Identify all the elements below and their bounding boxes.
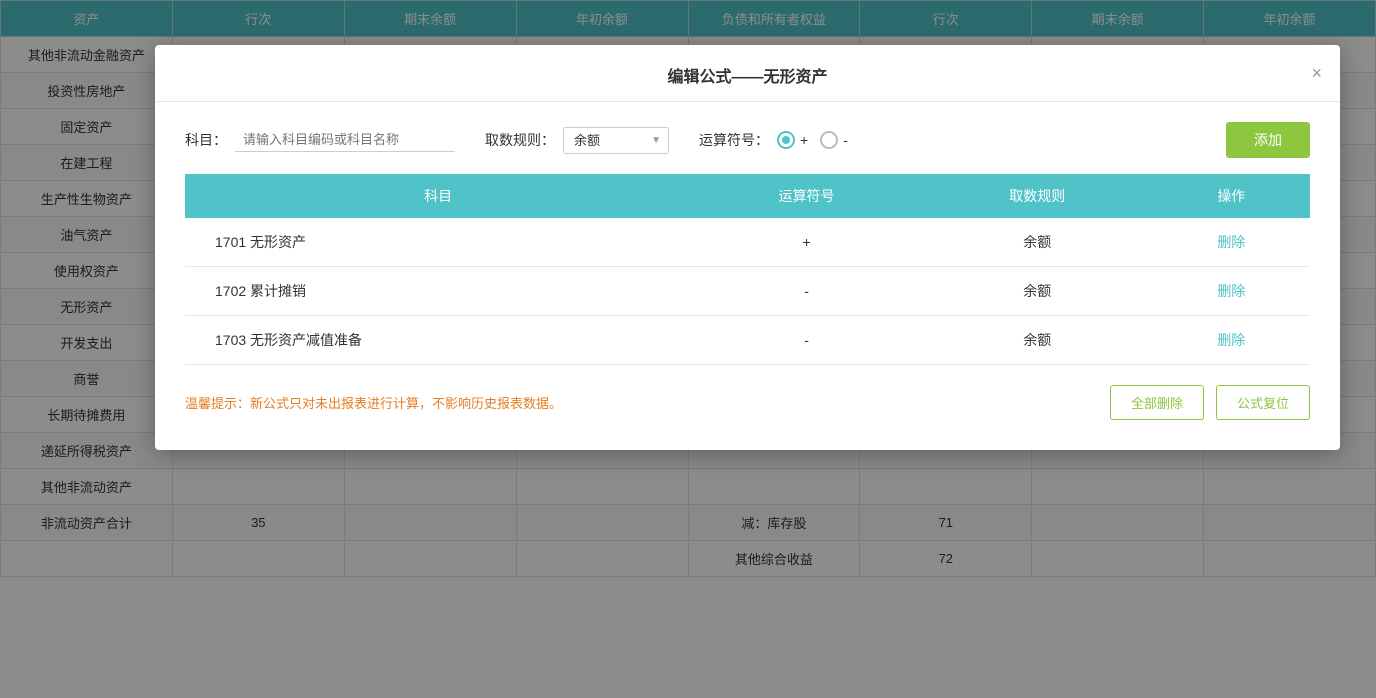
formula-subject: 1703 无形资产减值准备 — [185, 316, 691, 365]
footer-buttons: 全部删除 公式复位 — [1110, 385, 1310, 420]
formula-rule: 余额 — [922, 316, 1153, 365]
formula-table: 科目 运算符号 取数规则 操作 1701 无形资产+余额删除1702 累计摊销-… — [185, 174, 1310, 365]
modal-header: 编辑公式——无形资产 × — [155, 45, 1340, 102]
rule-select[interactable]: 余额 借方 贷方 借方发生额 贷方发生额 — [563, 127, 669, 154]
table-header-subject: 科目 — [185, 174, 691, 218]
radio-minus-circle — [820, 131, 838, 149]
subject-group: 科目： — [185, 128, 455, 152]
reset-button[interactable]: 公式复位 — [1216, 385, 1310, 420]
modal-title: 编辑公式——无形资产 — [667, 63, 827, 87]
formula-action: 删除 — [1153, 267, 1310, 316]
table-header-rule: 取数规则 — [922, 174, 1153, 218]
delete-link[interactable]: 删除 — [1217, 332, 1245, 348]
modal-close-button[interactable]: × — [1311, 64, 1322, 82]
operator-label: 运算符号： — [699, 130, 769, 150]
tip-text: 温馨提示：新公式只对未出报表进行计算，不影响历史报表数据。 — [185, 393, 562, 412]
rule-label: 取数规则： — [485, 130, 555, 150]
formula-action: 删除 — [1153, 218, 1310, 267]
formula-rule: 余额 — [922, 267, 1153, 316]
modal-footer: 温馨提示：新公式只对未出报表进行计算，不影响历史报表数据。 全部删除 公式复位 — [155, 365, 1340, 420]
formula-operator: + — [691, 218, 922, 267]
formula-row: 1703 无形资产减值准备-余额 删除 — [185, 316, 1310, 365]
operator-plus-label: + — [800, 132, 808, 148]
formula-subject: 1701 无形资产 — [185, 218, 691, 267]
operator-radio-group: + - — [777, 131, 848, 149]
rule-select-wrapper: 余额 借方 贷方 借方发生额 贷方发生额 ▼ — [563, 127, 669, 154]
rule-group: 取数规则： 余额 借方 贷方 借方发生额 贷方发生额 ▼ — [485, 127, 669, 154]
edit-formula-modal: 编辑公式——无形资产 × 科目： 取数规则： 余额 借方 贷方 借方发生额 贷方… — [155, 45, 1340, 450]
formula-subject: 1702 累计摊销 — [185, 267, 691, 316]
formula-row: 1701 无形资产+余额 删除 — [185, 218, 1310, 267]
delete-all-button[interactable]: 全部删除 — [1110, 385, 1204, 420]
formula-row: 1702 累计摊销-余额 删除 — [185, 267, 1310, 316]
formula-action: 删除 — [1153, 316, 1310, 365]
data-table-wrapper: 科目 运算符号 取数规则 操作 1701 无形资产+余额删除1702 累计摊销-… — [155, 174, 1340, 365]
operator-group: 运算符号： + - — [699, 130, 848, 150]
table-header-action: 操作 — [1153, 174, 1310, 218]
operator-minus-option[interactable]: - — [820, 131, 848, 149]
add-button[interactable]: 添加 — [1226, 122, 1310, 158]
formula-operator: - — [691, 267, 922, 316]
operator-minus-label: - — [843, 132, 848, 148]
operator-plus-option[interactable]: + — [777, 131, 808, 149]
form-row: 科目： 取数规则： 余额 借方 贷方 借方发生额 贷方发生额 ▼ 运算符号： — [155, 102, 1340, 174]
radio-plus-circle — [777, 131, 795, 149]
formula-operator: - — [691, 316, 922, 365]
table-header-operator: 运算符号 — [691, 174, 922, 218]
delete-link[interactable]: 删除 — [1217, 283, 1245, 299]
subject-input[interactable] — [235, 128, 455, 152]
formula-rule: 余额 — [922, 218, 1153, 267]
delete-link[interactable]: 删除 — [1217, 234, 1245, 250]
subject-label: 科目： — [185, 130, 227, 150]
